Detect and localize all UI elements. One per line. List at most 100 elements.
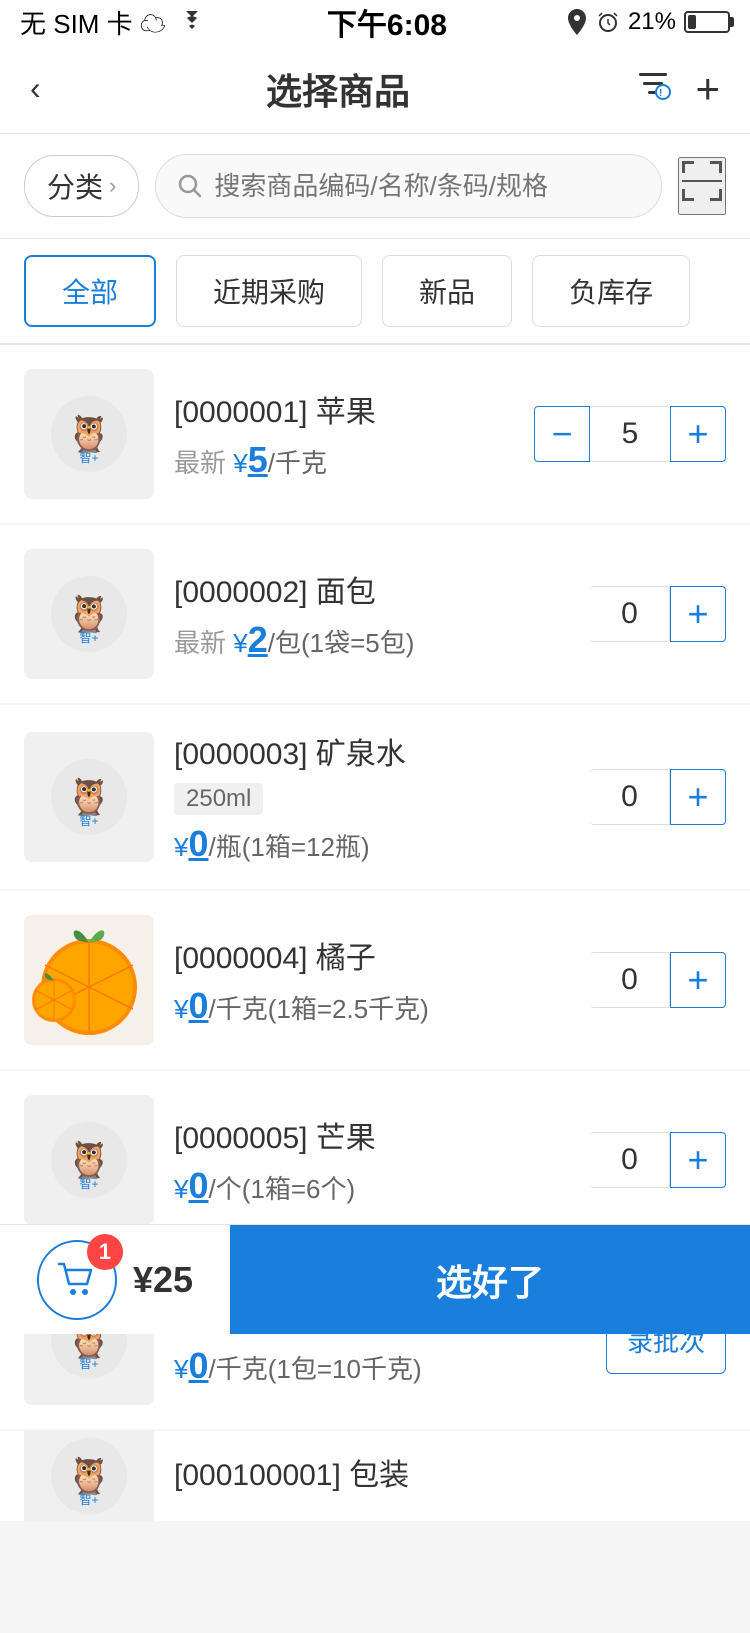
cart-icon-wrap[interactable]: 1 [37,1240,117,1320]
filter-icon: ! [635,66,671,102]
qty-minus-1[interactable]: − [534,406,590,462]
price-label-2: 最新 [174,628,233,658]
product-price-6: ¥0/千克(1包=10千克) [174,1345,586,1387]
product-info-4: [0000004] 橘子 ¥0/千克(1箱=2.5千克) [174,933,570,1027]
product-price-4: ¥0/千克(1箱=2.5千克) [174,985,570,1027]
price-yen-3: ¥ [174,832,188,862]
product-image-1: 🦉 智+ [24,369,154,499]
tab-recent[interactable]: 近期采购 [176,255,362,327]
product-info-1: [0000001] 苹果 最新 ¥5/千克 [174,387,514,481]
svg-text:🦉: 🦉 [67,593,112,634]
qty-plus-5[interactable]: + [670,1132,726,1188]
qty-plus-2[interactable]: + [670,586,726,642]
confirm-button[interactable]: 选好了 [230,1225,750,1334]
nav-bar: ‹ 选择商品 ! + [0,44,750,134]
status-bar: 无 SIM 卡 ☁ 下午6:08 21% [0,0,750,44]
tab-negative[interactable]: 负库存 [532,255,690,327]
battery-percent: 21% [628,8,676,36]
price-value-1: 5 [248,439,268,480]
price-unit-3: /瓶(1箱=12瓶) [209,832,370,862]
product-image-3: 🦉 智+ [24,732,154,862]
product-image-5: 🦉 智+ [24,1095,154,1225]
price-value-6: 0 [188,1345,208,1386]
cart-total: ¥25 [133,1259,193,1301]
product-name-5: [0000005] 芒果 [174,1113,570,1157]
qty-plus-1[interactable]: + [670,406,726,462]
price-yen-6: ¥ [174,1354,188,1384]
qty-plus-4[interactable]: + [670,952,726,1008]
qty-control-5: + [590,1132,726,1188]
tabs-bar: 全部 近期采购 新品 负库存 [0,239,750,345]
owl-logo-icon: 🦉 智+ [49,394,129,474]
product-image-7: 🦉 智+ [24,1431,154,1521]
product-list: 🦉 智+ [0000001] 苹果 最新 ¥5/千克 − + 🦉 智+ [0,345,750,1633]
owl-logo-icon: 🦉 智+ [49,1120,129,1200]
search-icon [176,172,204,200]
search-box [155,154,662,218]
status-right: 21% [566,8,730,36]
product-price-1: 最新 ¥5/千克 [174,439,514,481]
product-image-2: 🦉 智+ [24,549,154,679]
product-price-2: 最新 ¥2/包(1袋=5包) [174,619,570,661]
scan-icon [680,159,724,203]
category-label: 分类 [47,166,103,206]
filter-button[interactable]: ! [635,66,671,111]
svg-text:智+: 智+ [79,813,98,828]
tab-all[interactable]: 全部 [24,255,156,327]
svg-text:智+: 智+ [79,1176,98,1191]
qty-input-4[interactable] [590,952,670,1008]
svg-text:🦉: 🦉 [67,776,112,817]
price-unit-6: /千克(1包=10千克) [209,1354,422,1384]
price-yen-4: ¥ [174,994,188,1024]
svg-text:!: ! [659,88,662,99]
qty-input-1[interactable] [590,406,670,462]
product-name-7: [000100001] 包装 [174,1450,726,1494]
product-spec-3: 250ml [174,783,263,815]
svg-text:智+: 智+ [79,1492,98,1507]
owl-logo-icon: 🦉 智+ [49,757,129,837]
product-image-4 [24,915,154,1045]
status-time: 下午6:08 [327,0,447,44]
price-value-5: 0 [188,1165,208,1206]
product-info-7: [000100001] 包装 [174,1450,726,1502]
wifi-icon [176,11,208,33]
back-button[interactable]: ‹ [30,70,41,107]
qty-input-5[interactable] [590,1132,670,1188]
status-left: 无 SIM 卡 ☁ [20,4,208,41]
qty-control-2: + [590,586,726,642]
signal-text: 无 SIM 卡 ☁ [20,4,166,41]
list-item: 🦉 智+ [0000002] 面包 最新 ¥2/包(1袋=5包) + [0,525,750,703]
product-info-5: [0000005] 芒果 ¥0/个(1箱=6个) [174,1113,570,1207]
list-item: [0000004] 橘子 ¥0/千克(1箱=2.5千克) + [0,891,750,1069]
svg-text:智+: 智+ [79,630,98,645]
owl-logo-icon: 🦉 智+ [49,574,129,654]
product-name-1: [0000001] 苹果 [174,387,514,431]
product-price-3: ¥0/瓶(1箱=12瓶) [174,823,570,865]
chevron-right-icon: › [109,173,116,199]
list-item: 🦉 智+ [0000005] 芒果 ¥0/个(1箱=6个) + [0,1071,750,1249]
qty-input-2[interactable] [590,586,670,642]
price-unit-1: /千克 [268,448,327,478]
category-button[interactable]: 分类 › [24,155,139,217]
scan-button[interactable] [678,157,726,215]
qty-plus-3[interactable]: + [670,769,726,825]
tab-new[interactable]: 新品 [382,255,512,327]
location-icon [566,9,588,35]
price-unit-2: /包(1袋=5包) [268,628,415,658]
price-value-2: 2 [248,619,268,660]
alarm-icon [596,10,620,34]
qty-input-3[interactable] [590,769,670,825]
price-label-1: 最新 [174,448,233,478]
orange-fruit-icon [24,915,154,1045]
price-yen-5: ¥ [174,1174,188,1204]
qty-control-1: − + [534,406,726,462]
add-button[interactable]: + [695,65,720,113]
product-name-4: [0000004] 橘子 [174,933,570,977]
price-unit-5: /个(1箱=6个) [209,1174,356,1204]
qty-control-3: + [590,769,726,825]
price-unit-4: /千克(1箱=2.5千克) [209,994,429,1024]
owl-logo-icon: 🦉 智+ [49,1436,129,1516]
search-input[interactable] [214,171,641,202]
product-info-2: [0000002] 面包 最新 ¥2/包(1袋=5包) [174,567,570,661]
product-name-2: [0000002] 面包 [174,567,570,611]
